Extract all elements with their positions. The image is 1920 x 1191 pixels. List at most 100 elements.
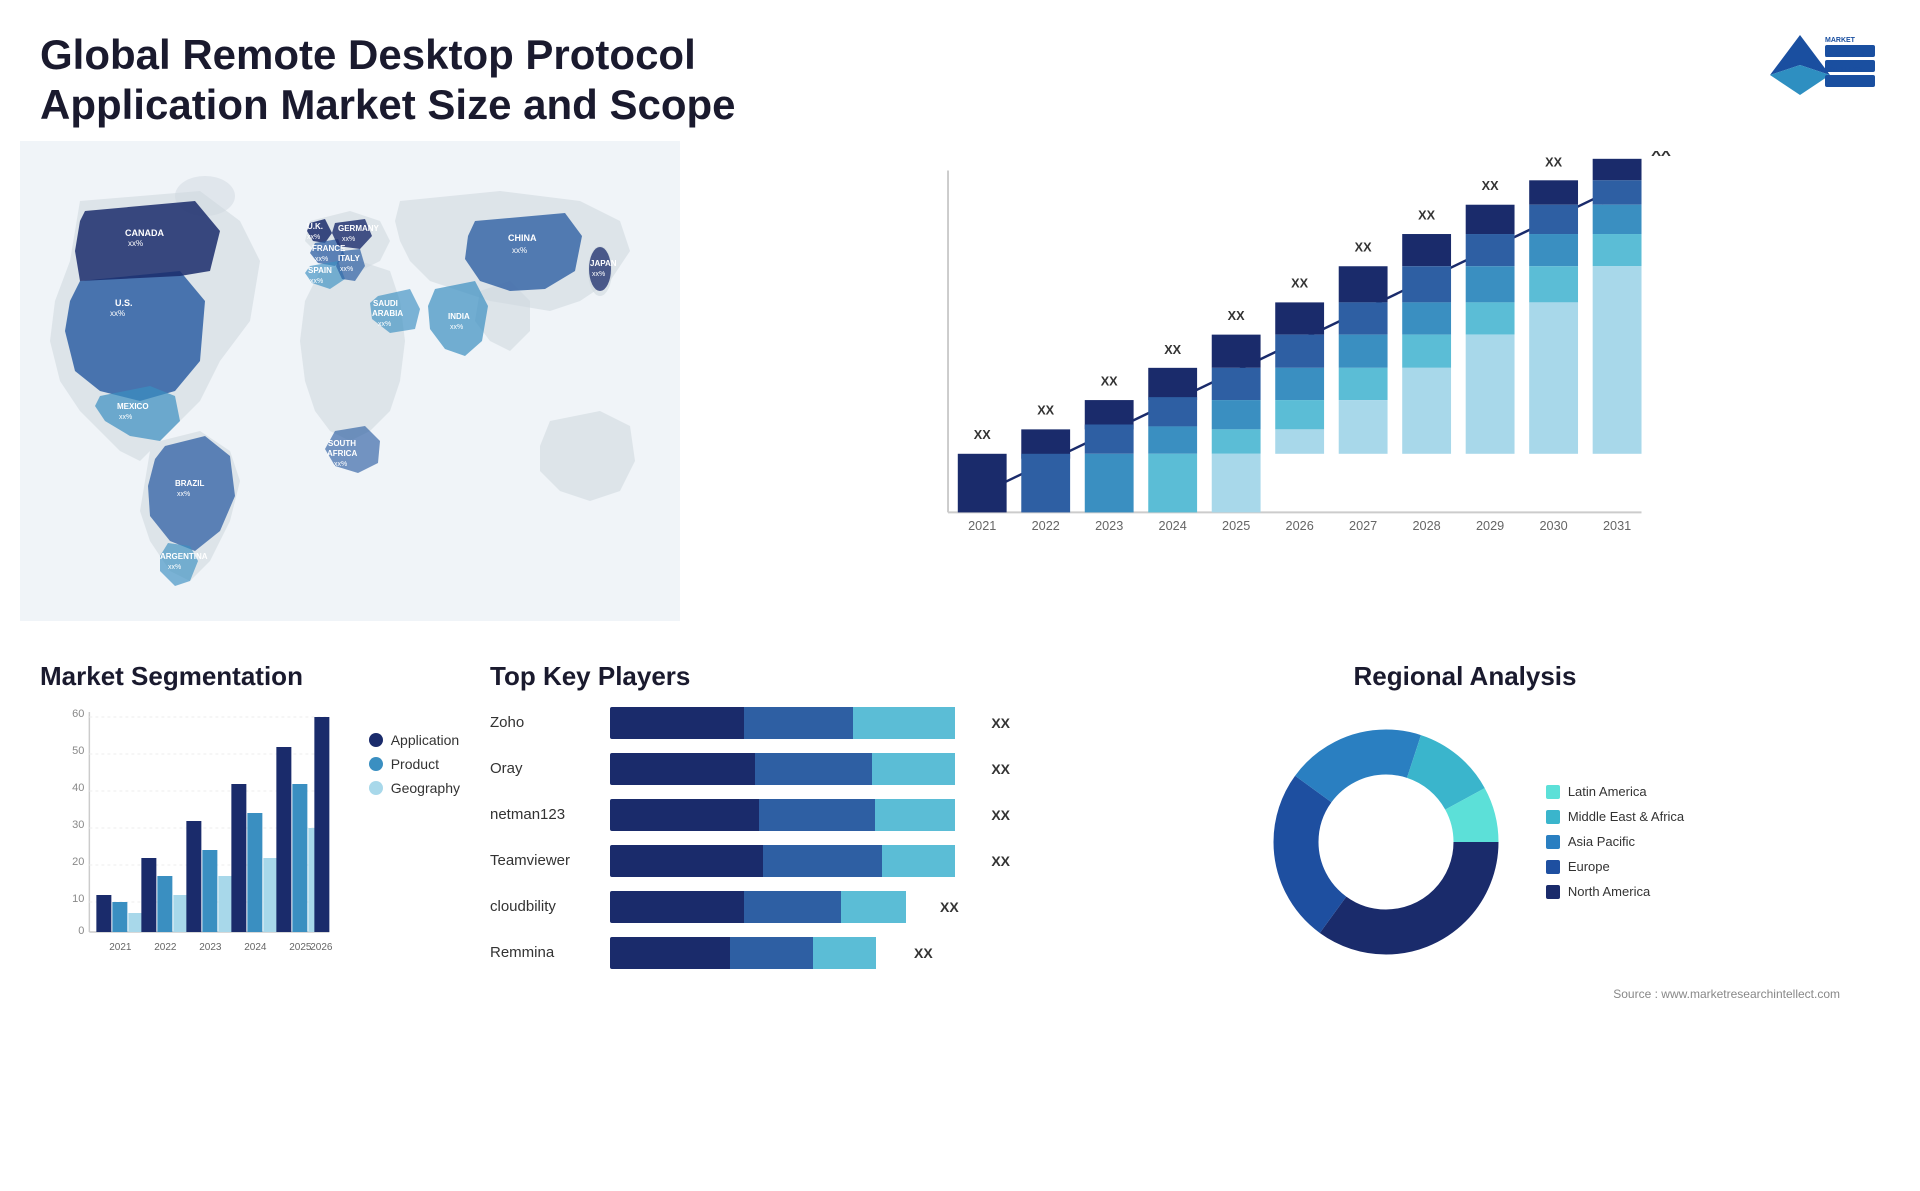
svg-text:SAUDI: SAUDI [373,299,398,308]
bar-seg1 [610,799,759,831]
svg-text:SOUTH: SOUTH [328,439,356,448]
svg-text:2027: 2027 [1349,519,1377,533]
svg-text:SPAIN: SPAIN [308,266,332,275]
svg-text:XX: XX [1164,343,1181,357]
svg-text:xx%: xx% [110,309,125,318]
logo-icon: MARKET RESEARCH INTELLECT [1720,30,1880,110]
legend-label-application: Application [391,732,460,748]
donut-and-legend: Latin America Middle East & Africa Asia … [1246,702,1684,982]
bar-chart-container: XX 2021 XX 2022 XX 2023 [710,151,1860,571]
bar-seg3 [853,707,955,739]
bar-seg2 [759,799,875,831]
bar-seg3 [882,845,955,877]
legend-color-mea [1546,810,1560,824]
svg-text:xx%: xx% [378,321,391,328]
legend-color-europe [1546,860,1560,874]
svg-text:XX: XX [1101,374,1118,388]
svg-text:JAPAN: JAPAN [590,259,617,268]
bottom-area: Market Segmentation 60 50 40 30 20 10 0 [0,641,1920,1191]
svg-text:U.S.: U.S. [115,298,133,308]
bar-seg3 [872,753,956,785]
legend-label-product: Product [391,756,439,772]
legend-item-product: Product [369,756,460,772]
svg-text:XX: XX [1355,240,1372,254]
player-name-oray: Oray [490,760,600,777]
source-label: Source : www.marketresearchintellect.com [1613,987,1840,1001]
player-bar-oray [610,753,973,785]
bar-seg2 [755,753,871,785]
svg-text:2023: 2023 [199,942,222,953]
bar-seg1 [610,707,744,739]
svg-text:2025: 2025 [289,942,312,953]
svg-text:INTELLECT: INTELLECT [1825,67,1864,74]
svg-text:XX: XX [1418,208,1435,222]
player-row-teamviewer: Teamviewer XX [490,845,1010,877]
svg-text:AFRICA: AFRICA [327,449,357,458]
logo-area: MARKET RESEARCH INTELLECT [1720,30,1880,110]
legend-label-geography: Geography [391,780,460,796]
svg-text:XX: XX [1291,277,1308,291]
player-value-zoho: XX [991,715,1010,731]
key-players-section: Top Key Players Zoho XX Oray [470,651,1030,1181]
svg-text:BRAZIL: BRAZIL [175,479,204,488]
bar-seg2 [744,891,841,923]
svg-text:INDIA: INDIA [448,312,470,321]
player-name-zoho: Zoho [490,714,600,731]
svg-text:xx%: xx% [592,271,605,278]
legend-item-application: Application [369,732,460,748]
svg-text:10: 10 [72,893,84,905]
svg-text:xx%: xx% [177,491,190,498]
svg-text:ARGENTINA: ARGENTINA [160,552,208,561]
segmentation-section: Market Segmentation 60 50 40 30 20 10 0 [20,651,470,1181]
svg-text:xx%: xx% [450,324,463,331]
svg-text:2028: 2028 [1413,519,1441,533]
source-text: Source : www.marketresearchintellect.com [1050,987,1880,1001]
legend-dot-application [369,733,383,747]
legend-item-latin-america: Latin America [1546,784,1684,799]
svg-text:2025: 2025 [1222,519,1250,533]
svg-text:2021: 2021 [109,942,132,953]
top-content: U.S. xx% CANADA xx% MEXICO xx% BRAZIL xx… [0,141,1920,641]
bar-seg3 [875,799,955,831]
player-name-remmina: Remmina [490,944,600,961]
svg-text:40: 40 [72,782,84,794]
svg-text:0: 0 [78,925,84,937]
bar-seg1 [610,845,763,877]
svg-text:ITALY: ITALY [338,254,360,263]
player-row-cloudbility: cloudbility XX [490,891,1010,923]
player-rows: Zoho XX Oray XX [490,707,1010,969]
segmentation-title: Market Segmentation [40,661,460,692]
svg-text:2026: 2026 [1286,519,1314,533]
svg-text:GERMANY: GERMANY [338,224,380,233]
svg-text:2030: 2030 [1539,519,1567,533]
svg-text:xx%: xx% [119,414,132,421]
regional-section: Regional Analysis [1030,651,1900,1181]
donut-chart-svg [1246,702,1526,982]
page-title: Global Remote Desktop Protocol Applicati… [40,30,890,131]
player-name-netman123: netman123 [490,806,600,823]
svg-text:MEXICO: MEXICO [117,402,149,411]
bar-seg3 [841,891,907,923]
player-value-teamviewer: XX [991,853,1010,869]
donut-container: Latin America Middle East & Africa Asia … [1050,702,1880,982]
bar-seg2 [730,937,813,969]
svg-text:2022: 2022 [1032,519,1060,533]
svg-text:xx%: xx% [512,246,527,255]
svg-text:XX: XX [1037,404,1054,418]
player-bar-teamviewer [610,845,973,877]
bar-seg2 [763,845,883,877]
svg-text:XX: XX [1651,151,1671,160]
player-name-teamviewer: Teamviewer [490,852,600,869]
svg-text:ARABIA: ARABIA [372,309,403,318]
svg-text:XX: XX [974,428,991,442]
bar-seg1 [610,753,755,785]
svg-text:FRANCE: FRANCE [312,244,346,253]
legend-color-north-america [1546,885,1560,899]
svg-text:20: 20 [72,856,84,868]
player-row-oray: Oray XX [490,753,1010,785]
svg-text:2022: 2022 [154,942,177,953]
player-name-cloudbility: cloudbility [490,898,600,915]
svg-text:2023: 2023 [1095,519,1123,533]
legend-dot-geography [369,781,383,795]
svg-text:2029: 2029 [1476,519,1504,533]
